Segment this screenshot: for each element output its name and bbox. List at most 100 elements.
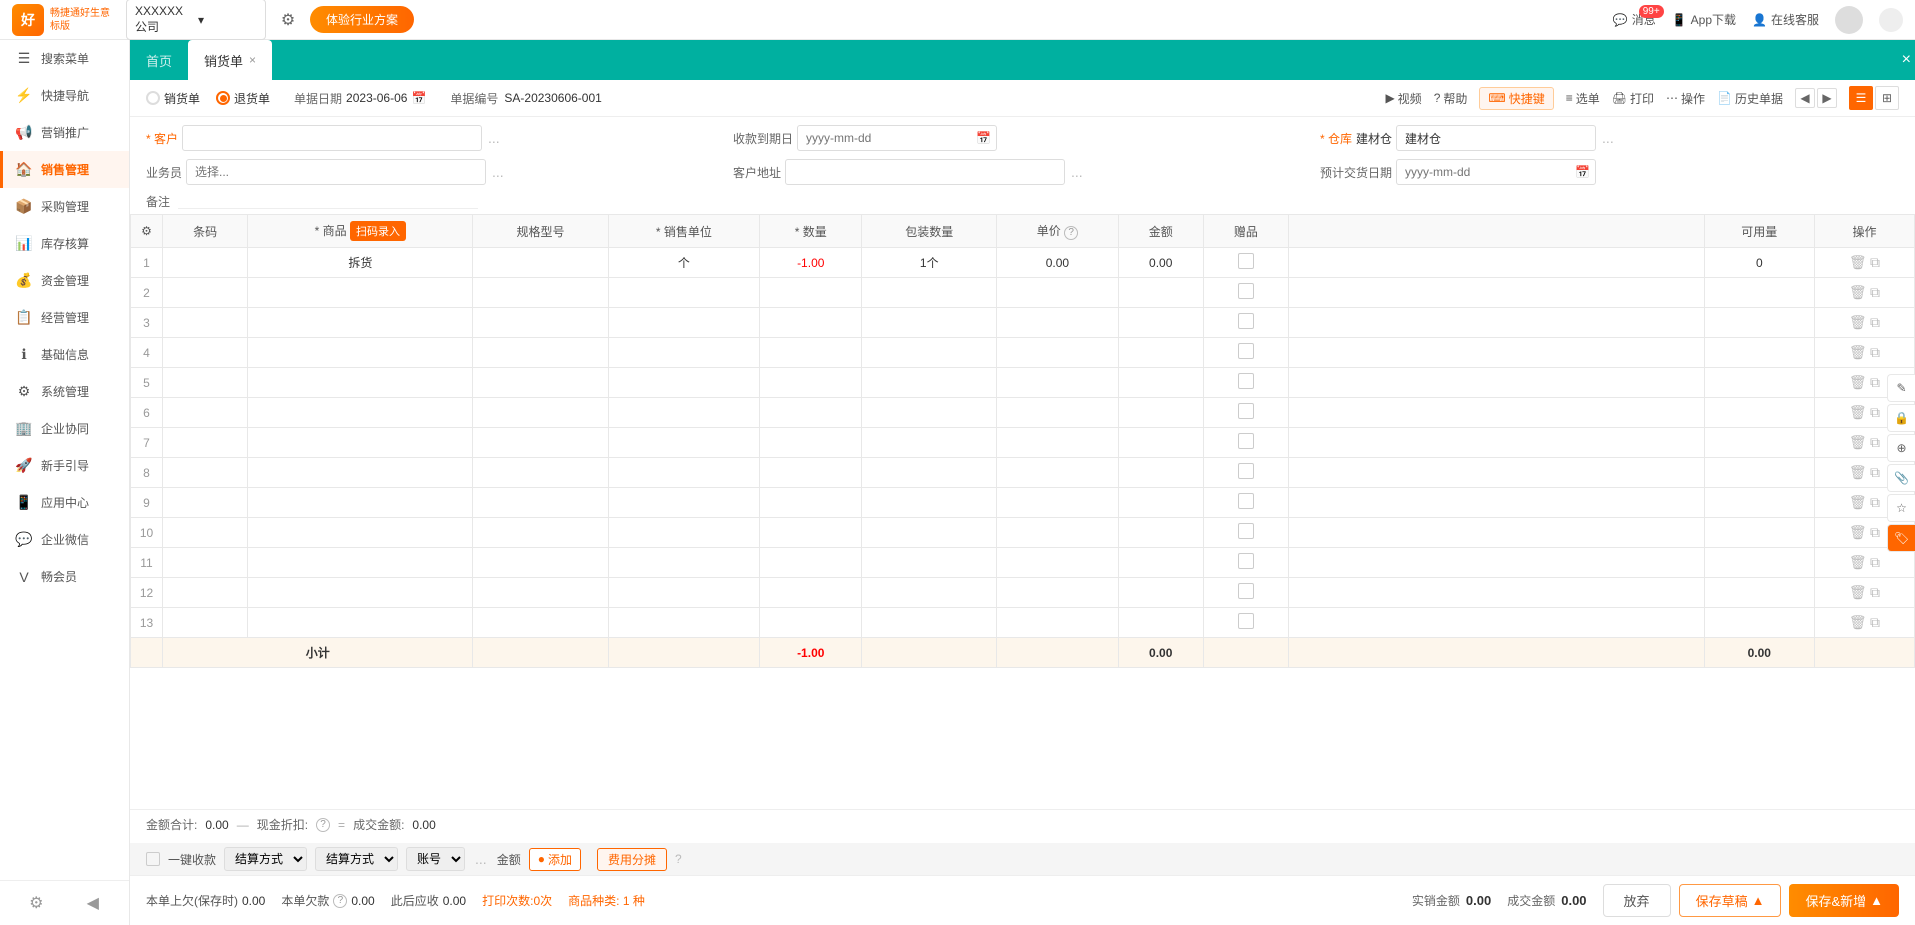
row-barcode-13[interactable] bbox=[163, 608, 248, 638]
sidebar-item-starter-guide[interactable]: 🚀 新手引导 bbox=[0, 447, 129, 484]
customer-address-dots[interactable]: ... bbox=[1071, 164, 1083, 180]
shortcut-action[interactable]: ⌨ 快捷键 bbox=[1479, 87, 1553, 110]
row-copy-12[interactable]: ⧉ bbox=[1870, 584, 1880, 600]
row-qty-6[interactable] bbox=[760, 398, 862, 428]
row-spec-12[interactable] bbox=[473, 578, 608, 608]
radio-return-order[interactable]: 退货单 bbox=[216, 90, 270, 107]
close-window-button[interactable]: × bbox=[1898, 47, 1915, 73]
row-gift-2[interactable] bbox=[1203, 278, 1288, 308]
row-barcode-12[interactable] bbox=[163, 578, 248, 608]
float-lock-button[interactable]: 🔒 bbox=[1887, 404, 1915, 432]
row-barcode-8[interactable] bbox=[163, 458, 248, 488]
row-amount-3[interactable] bbox=[1118, 308, 1203, 338]
gift-checkbox-8[interactable] bbox=[1238, 463, 1254, 479]
row-delete-10[interactable]: 🗑 bbox=[1849, 524, 1867, 540]
row-product-6[interactable] bbox=[248, 398, 473, 428]
grid-view-button[interactable]: ⊞ bbox=[1875, 86, 1899, 110]
row-product-5[interactable] bbox=[248, 368, 473, 398]
row-unit-price-8[interactable] bbox=[997, 458, 1118, 488]
row-qty-7[interactable] bbox=[760, 428, 862, 458]
sidebar-item-system-mgmt[interactable]: ⚙ 系统管理 bbox=[0, 373, 129, 410]
row-unit-price-11[interactable] bbox=[997, 548, 1118, 578]
gift-checkbox-7[interactable] bbox=[1238, 433, 1254, 449]
customer-input[interactable] bbox=[182, 125, 482, 151]
payment-help-icon[interactable]: ? bbox=[675, 852, 682, 866]
row-unit-price-12[interactable] bbox=[997, 578, 1118, 608]
row-copy-1[interactable]: ⧉ bbox=[1870, 254, 1880, 270]
row-product-11[interactable] bbox=[248, 548, 473, 578]
float-copy-button[interactable]: ⊕ bbox=[1887, 434, 1915, 462]
row-qty-2[interactable] bbox=[760, 278, 862, 308]
add-payment-button[interactable]: ● 添加 bbox=[529, 848, 581, 871]
sidebar-item-basic-info[interactable]: ℹ 基础信息 bbox=[0, 336, 129, 373]
row-delete-3[interactable]: 🗑 bbox=[1849, 314, 1867, 330]
row-unit-11[interactable] bbox=[608, 548, 760, 578]
row-amount-8[interactable] bbox=[1118, 458, 1203, 488]
row-spec-11[interactable] bbox=[473, 548, 608, 578]
gift-checkbox-2[interactable] bbox=[1238, 283, 1254, 299]
row-barcode-5[interactable] bbox=[163, 368, 248, 398]
row-pkg-qty-9[interactable] bbox=[862, 488, 997, 518]
row-unit-price-10[interactable] bbox=[997, 518, 1118, 548]
gift-checkbox-3[interactable] bbox=[1238, 313, 1254, 329]
row-unit-price-13[interactable] bbox=[997, 608, 1118, 638]
row-spec-4[interactable] bbox=[473, 338, 608, 368]
row-delete-1[interactable]: 🗑 bbox=[1849, 254, 1867, 270]
payment-method-select[interactable]: 结算方式 bbox=[224, 847, 307, 871]
help-action[interactable]: ? 帮助 bbox=[1434, 90, 1468, 107]
row-unit-2[interactable] bbox=[608, 278, 760, 308]
row-spec-5[interactable] bbox=[473, 368, 608, 398]
row-unit-8[interactable] bbox=[608, 458, 760, 488]
customer-dots[interactable]: ... bbox=[488, 130, 500, 146]
tab-sales-order[interactable]: 销货单 × bbox=[188, 40, 272, 80]
row-gift-11[interactable] bbox=[1203, 548, 1288, 578]
row-product-7[interactable] bbox=[248, 428, 473, 458]
customer-address-input[interactable] bbox=[785, 159, 1065, 185]
row-unit-price-1[interactable]: 0.00 bbox=[997, 248, 1118, 278]
row-amount-5[interactable] bbox=[1118, 368, 1203, 398]
warehouse-input[interactable] bbox=[1396, 125, 1596, 151]
gift-checkbox-10[interactable] bbox=[1238, 523, 1254, 539]
gift-checkbox-13[interactable] bbox=[1238, 613, 1254, 629]
row-copy-4[interactable]: ⧉ bbox=[1870, 344, 1880, 360]
gift-checkbox-6[interactable] bbox=[1238, 403, 1254, 419]
row-gift-9[interactable] bbox=[1203, 488, 1288, 518]
row-gift-10[interactable] bbox=[1203, 518, 1288, 548]
sidebar-item-app-center[interactable]: 📱 应用中心 bbox=[0, 484, 129, 521]
video-action[interactable]: ▶ 视频 bbox=[1385, 90, 1421, 107]
row-spec-6[interactable] bbox=[473, 398, 608, 428]
one-click-checkbox[interactable] bbox=[146, 852, 160, 866]
row-qty-3[interactable] bbox=[760, 308, 862, 338]
float-star-button[interactable]: ☆ bbox=[1887, 494, 1915, 522]
row-unit-5[interactable] bbox=[608, 368, 760, 398]
gift-checkbox-9[interactable] bbox=[1238, 493, 1254, 509]
product-type-val[interactable]: 1 bbox=[623, 894, 630, 908]
prev-arrow-button[interactable]: ◀ bbox=[1795, 88, 1815, 108]
row-copy-6[interactable]: ⧉ bbox=[1870, 404, 1880, 420]
row-gift-13[interactable] bbox=[1203, 608, 1288, 638]
row-barcode-6[interactable] bbox=[163, 398, 248, 428]
salesman-input[interactable] bbox=[186, 159, 486, 185]
gift-checkbox-12[interactable] bbox=[1238, 583, 1254, 599]
row-copy-10[interactable]: ⧉ bbox=[1870, 524, 1880, 540]
row-qty-1[interactable]: -1.00 bbox=[760, 248, 862, 278]
row-qty-4[interactable] bbox=[760, 338, 862, 368]
row-unit-7[interactable] bbox=[608, 428, 760, 458]
select-action[interactable]: ≡ 选单 bbox=[1566, 90, 1600, 107]
row-amount-1[interactable]: 0.00 bbox=[1118, 248, 1203, 278]
balance-help-icon[interactable]: ? bbox=[333, 894, 347, 908]
row-gift-4[interactable] bbox=[1203, 338, 1288, 368]
row-amount-12[interactable] bbox=[1118, 578, 1203, 608]
sidebar-collapse-button[interactable]: ◀ bbox=[79, 889, 107, 917]
row-product-1[interactable]: 拆货 bbox=[248, 248, 473, 278]
row-unit-3[interactable] bbox=[608, 308, 760, 338]
tab-home[interactable]: 首页 bbox=[130, 40, 188, 80]
save-new-button[interactable]: 保存&新增 ▲ bbox=[1789, 884, 1899, 917]
float-edit-button[interactable]: ✎ bbox=[1887, 374, 1915, 402]
messages-button[interactable]: 💬 消息 99+ bbox=[1613, 11, 1656, 28]
row-pkg-qty-3[interactable] bbox=[862, 308, 997, 338]
row-barcode-1[interactable] bbox=[163, 248, 248, 278]
row-unit-4[interactable] bbox=[608, 338, 760, 368]
row-qty-13[interactable] bbox=[760, 608, 862, 638]
sidebar-item-marketing[interactable]: 📢 营销推广 bbox=[0, 114, 129, 151]
